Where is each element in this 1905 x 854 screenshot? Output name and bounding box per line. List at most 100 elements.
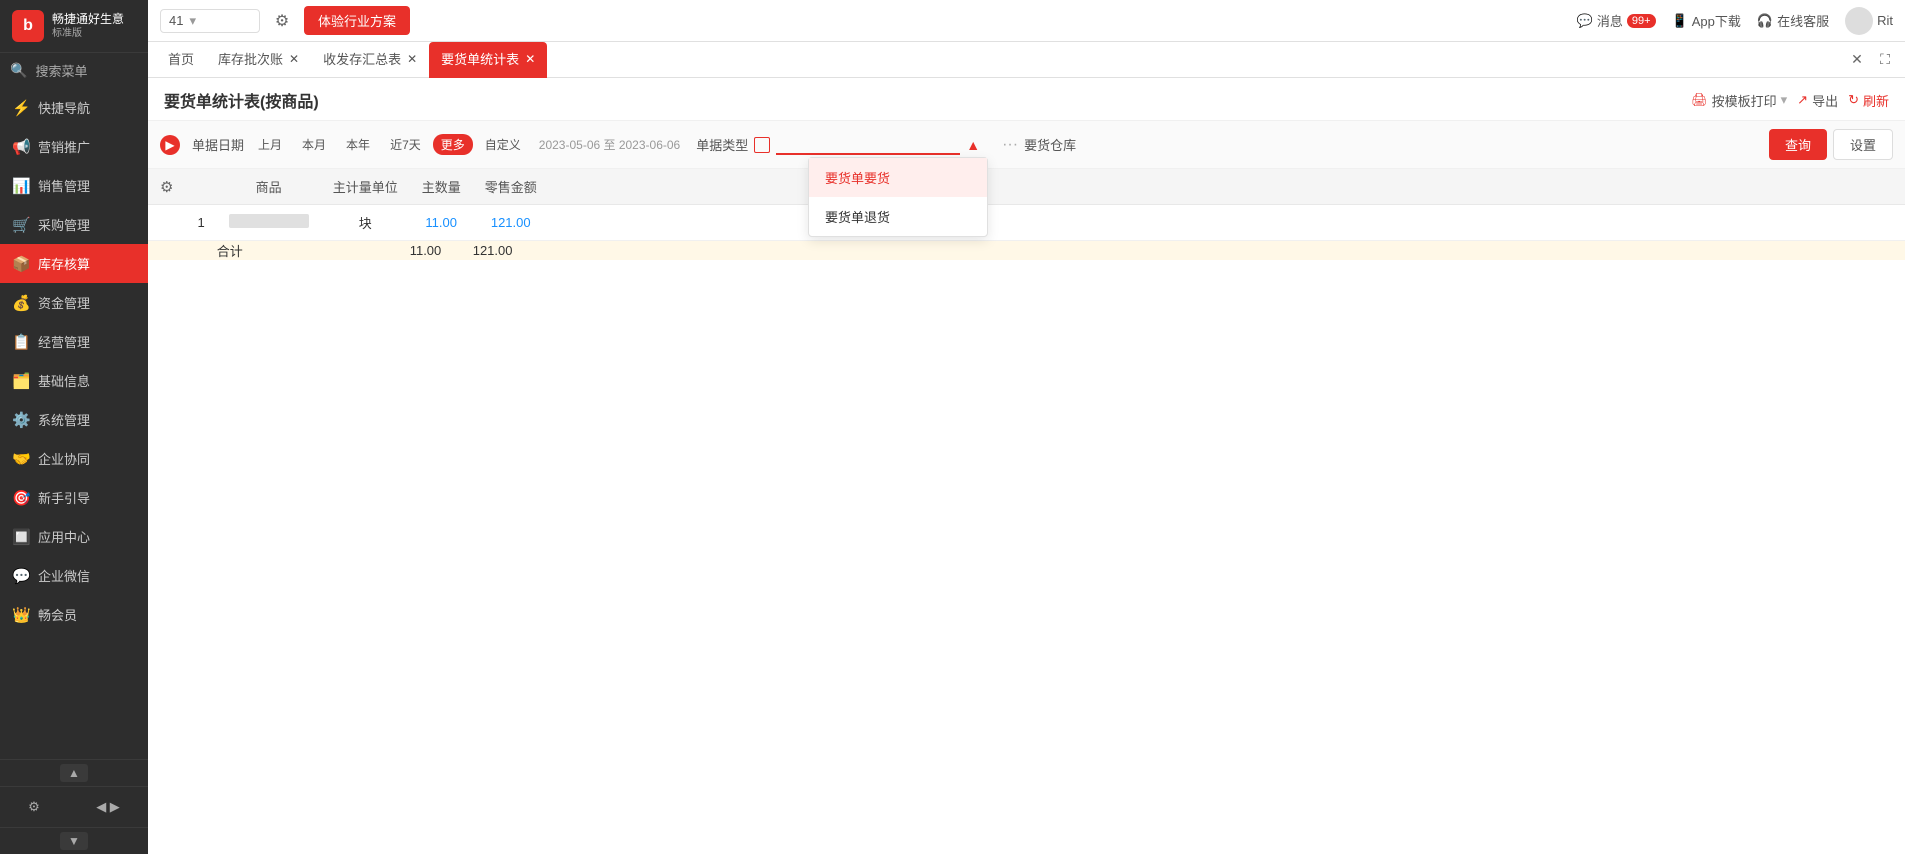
page-content: 要货单统计表(按商品) 🖨 按模板打印 ▾ ↗ 导出 ↻ 刷新 ▶ bbox=[148, 78, 1905, 854]
topbar-settings-btn[interactable]: ⚙ bbox=[268, 7, 296, 35]
date-filter-group: 单据日期 上月 本月 本年 近7天 更多 自定义 2023-05-06 至 20… bbox=[192, 134, 680, 155]
tab-batch-account-close[interactable]: ✕ bbox=[289, 53, 299, 65]
sidebar-item-label: 库存核算 bbox=[38, 254, 90, 273]
query-button[interactable]: 查询 bbox=[1769, 129, 1827, 160]
dropdown-item-yh-return[interactable]: 要货单退货 bbox=[809, 197, 987, 236]
trial-button[interactable]: 体验行业方案 bbox=[304, 6, 410, 35]
logo-icon: b bbox=[12, 10, 44, 42]
settings-filter-button[interactable]: 设置 bbox=[1833, 129, 1893, 160]
messages-action[interactable]: 💬 消息 99+ bbox=[1577, 11, 1656, 30]
tab-bar: 首页 库存批次账 ✕ 收发存汇总表 ✕ 要货单统计表 ✕ ✕ ⛶ bbox=[148, 42, 1905, 78]
total-spacer-cell bbox=[549, 241, 1905, 261]
sidebar-item-sales[interactable]: 📊 销售管理 bbox=[0, 166, 148, 205]
online-service-action[interactable]: 🎧 在线客服 bbox=[1757, 11, 1829, 30]
col-amount: 零售金额 bbox=[473, 169, 549, 205]
date-tab-jin7tian[interactable]: 近7天 bbox=[382, 134, 429, 155]
col-unit: 主计量单位 bbox=[321, 169, 410, 205]
row-settings-cell bbox=[148, 205, 185, 241]
sidebar-item-operations[interactable]: 📋 经营管理 bbox=[0, 322, 148, 361]
warehouse-label: 要货仓库 bbox=[1024, 135, 1076, 154]
header-left: 41 ▾ ⚙ 体验行业方案 bbox=[160, 6, 1577, 35]
app-logo: b 畅捷通好生意 标准版 bbox=[0, 0, 148, 53]
online-service-label: 在线客服 bbox=[1777, 11, 1829, 30]
cooperation-icon: 🤝 bbox=[12, 450, 30, 468]
sidebar-item-label: 资金管理 bbox=[38, 293, 90, 312]
total-row: 合计 11.00 121.00 bbox=[148, 241, 1905, 261]
filter-more-dots[interactable]: ··· bbox=[1002, 136, 1018, 154]
app-center-icon: 🔲 bbox=[12, 528, 30, 546]
sidebar-item-marketing[interactable]: 📢 营销推广 bbox=[0, 127, 148, 166]
sidebar-scroll-up[interactable]: ▲ bbox=[60, 764, 88, 782]
sidebar-item-purchase[interactable]: 🛒 采购管理 bbox=[0, 205, 148, 244]
sidebar-search[interactable]: 🔍 搜索菜单 bbox=[0, 53, 148, 88]
total-index-cell bbox=[185, 241, 216, 261]
tab-home[interactable]: 首页 bbox=[156, 42, 206, 78]
app-download-action[interactable]: 📱 App下载 bbox=[1672, 11, 1741, 30]
sidebar-item-system[interactable]: ⚙️ 系统管理 bbox=[0, 400, 148, 439]
sidebar-item-cooperation[interactable]: 🤝 企业协同 bbox=[0, 439, 148, 478]
row-index-cell: 1 bbox=[185, 205, 216, 241]
date-tabs: 上月 本月 本年 近7天 更多 自定义 bbox=[250, 134, 529, 155]
amount-link[interactable]: 121.00 bbox=[491, 215, 531, 230]
total-amount-cell: 121.00 bbox=[473, 241, 549, 261]
logo-name: 畅捷通好生意 bbox=[52, 11, 124, 28]
sidebar-item-membership[interactable]: 👑 畅会员 bbox=[0, 595, 148, 634]
system-icon: ⚙️ bbox=[12, 411, 30, 429]
tab-order-summary-label: 要货单统计表 bbox=[441, 49, 519, 68]
company-selector[interactable]: 41 ▾ bbox=[160, 9, 260, 33]
sidebar-item-inventory[interactable]: 📦 库存核算 bbox=[0, 244, 148, 283]
sidebar-item-finance[interactable]: 💰 资金管理 bbox=[0, 283, 148, 322]
quantity-link[interactable]: 11.00 bbox=[425, 215, 457, 230]
date-tab-ben-nian[interactable]: 本年 bbox=[338, 134, 378, 155]
app-download-label: App下载 bbox=[1692, 11, 1741, 30]
type-filter-input[interactable] bbox=[776, 134, 960, 155]
tab-order-summary[interactable]: 要货单统计表 ✕ bbox=[429, 42, 547, 78]
quick-nav-icon: ⚡ bbox=[12, 99, 30, 117]
tab-receive-summary-close[interactable]: ✕ bbox=[407, 53, 417, 65]
tab-home-label: 首页 bbox=[168, 49, 194, 68]
sidebar-item-wechat[interactable]: 💬 企业微信 bbox=[0, 556, 148, 595]
refresh-btn[interactable]: ↻ 刷新 bbox=[1848, 91, 1889, 110]
dropdown-item-yh-single[interactable]: 要货单要货 bbox=[809, 158, 987, 197]
sidebar-nav: ⚡ 快捷导航 📢 营销推广 📊 销售管理 🛒 采购管理 📦 库存核算 💰 资金管… bbox=[0, 88, 148, 759]
date-tab-more[interactable]: 更多 bbox=[433, 134, 473, 155]
sales-icon: 📊 bbox=[12, 177, 30, 195]
sidebar-collapse-btn[interactable]: ◀ ▶ bbox=[88, 795, 128, 819]
export-icon: ↗ bbox=[1797, 92, 1808, 108]
data-table: ⚙ 商品 主计量单位 主数量 零售金额 1 bbox=[148, 169, 1905, 260]
filter-expand-btn[interactable]: ▶ bbox=[160, 135, 180, 155]
user-avatar bbox=[1845, 7, 1873, 35]
tab-close-all-btn[interactable]: ✕ bbox=[1845, 48, 1869, 72]
user-profile[interactable]: Rit bbox=[1845, 7, 1893, 35]
sidebar-item-basic-info[interactable]: 🗂️ 基础信息 bbox=[0, 361, 148, 400]
tab-order-summary-close[interactable]: ✕ bbox=[525, 53, 535, 65]
print-btn[interactable]: 🖨 按模板打印 ▾ bbox=[1691, 91, 1787, 110]
type-filter-arrow[interactable]: ▲ bbox=[966, 137, 980, 153]
sidebar-settings-btn[interactable]: ⚙ bbox=[20, 795, 48, 819]
tab-expand-btn[interactable]: ⛶ bbox=[1873, 48, 1897, 72]
tab-receive-summary[interactable]: 收发存汇总表 ✕ bbox=[311, 42, 429, 78]
page-title: 要货单统计表(按商品) bbox=[164, 88, 319, 112]
tab-batch-account[interactable]: 库存批次账 ✕ bbox=[206, 42, 311, 78]
export-label: 导出 bbox=[1812, 91, 1838, 110]
date-tab-shang-yue[interactable]: 上月 bbox=[250, 134, 290, 155]
print-arrow-icon: ▾ bbox=[1781, 92, 1788, 108]
sidebar-item-label: 畅会员 bbox=[38, 605, 77, 624]
type-dropdown-menu: 要货单要货 要货单退货 bbox=[808, 157, 988, 237]
sidebar-item-label: 销售管理 bbox=[38, 176, 90, 195]
date-tab-custom[interactable]: 自定义 bbox=[477, 134, 529, 155]
print-icon: 🖨 bbox=[1691, 92, 1708, 108]
sidebar-scroll-down[interactable]: ▼ bbox=[60, 832, 88, 850]
sidebar-item-label: 企业微信 bbox=[38, 566, 90, 585]
membership-icon: 👑 bbox=[12, 606, 30, 624]
date-tab-ben-yue[interactable]: 本月 bbox=[294, 134, 334, 155]
sidebar-item-guide[interactable]: 🎯 新手引导 bbox=[0, 478, 148, 517]
finance-icon: 💰 bbox=[12, 294, 30, 312]
export-btn[interactable]: ↗ 导出 bbox=[1797, 91, 1838, 110]
sidebar-item-quick-nav[interactable]: ⚡ 快捷导航 bbox=[0, 88, 148, 127]
col-settings[interactable]: ⚙ bbox=[148, 169, 185, 205]
type-filter-group: 单据类型 ▲ bbox=[696, 134, 980, 155]
page-header: 要货单统计表(按商品) 🖨 按模板打印 ▾ ↗ 导出 ↻ 刷新 bbox=[148, 78, 1905, 121]
company-dropdown-arrow: ▾ bbox=[189, 13, 196, 29]
sidebar-item-app-center[interactable]: 🔲 应用中心 bbox=[0, 517, 148, 556]
